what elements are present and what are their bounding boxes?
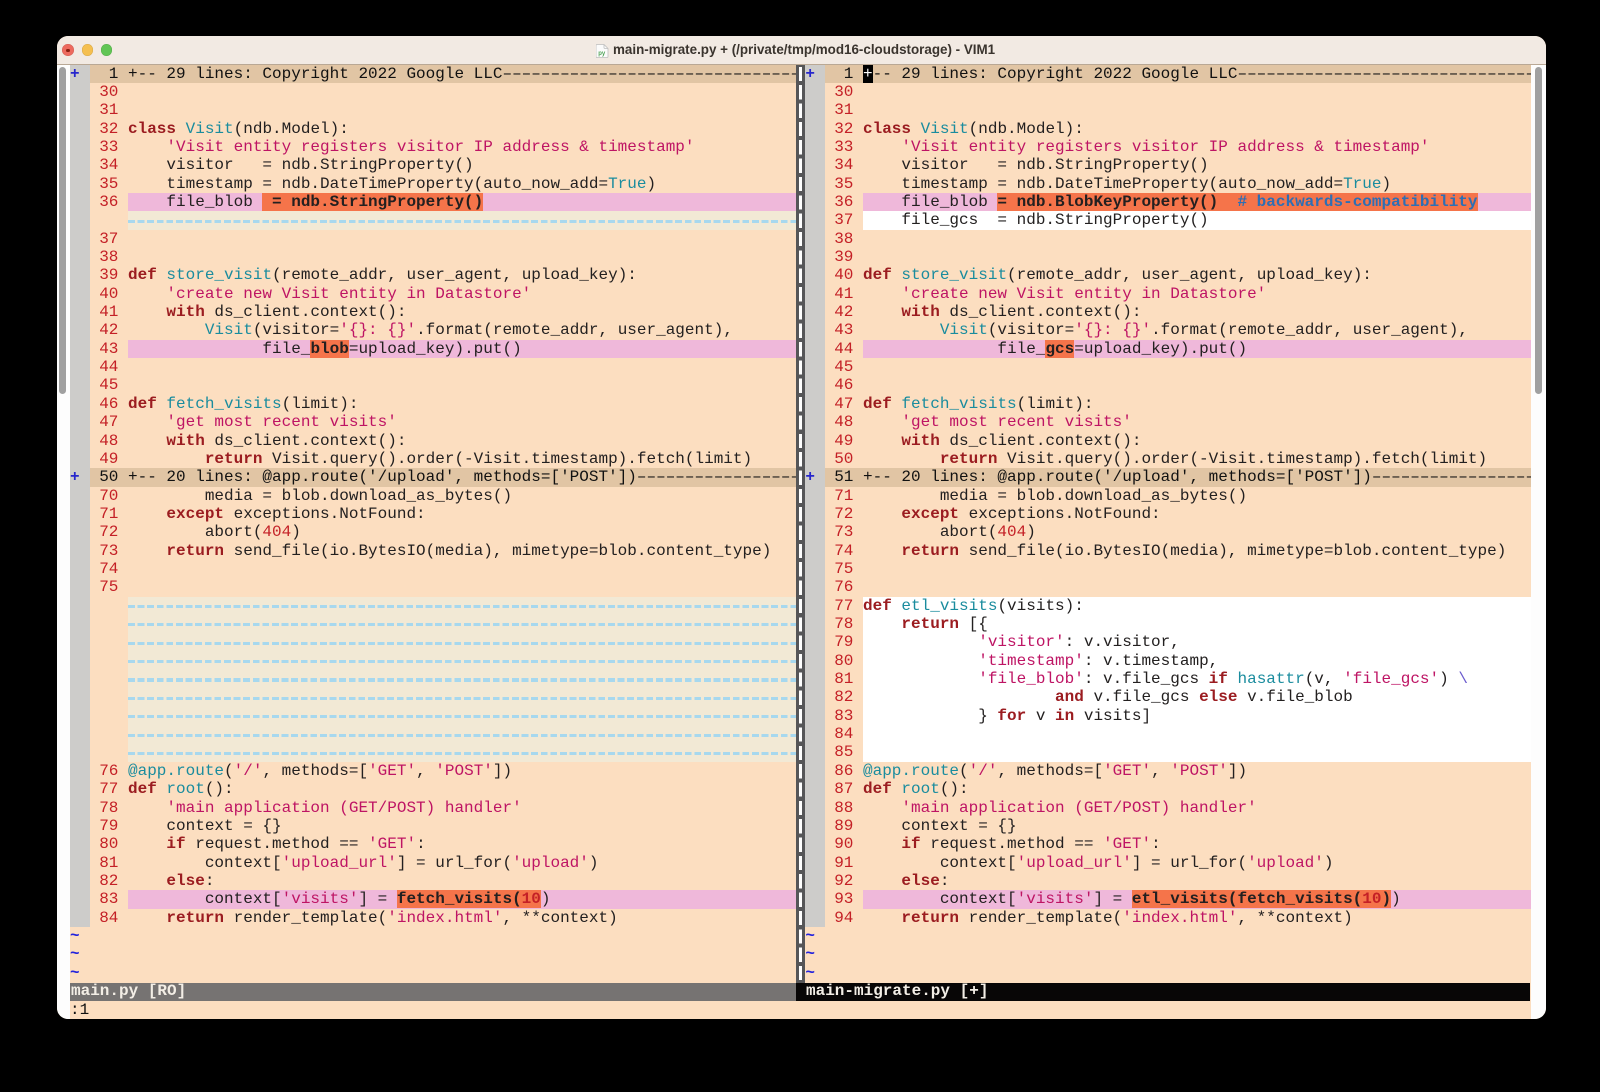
svg-text:py: py <box>598 51 606 57</box>
